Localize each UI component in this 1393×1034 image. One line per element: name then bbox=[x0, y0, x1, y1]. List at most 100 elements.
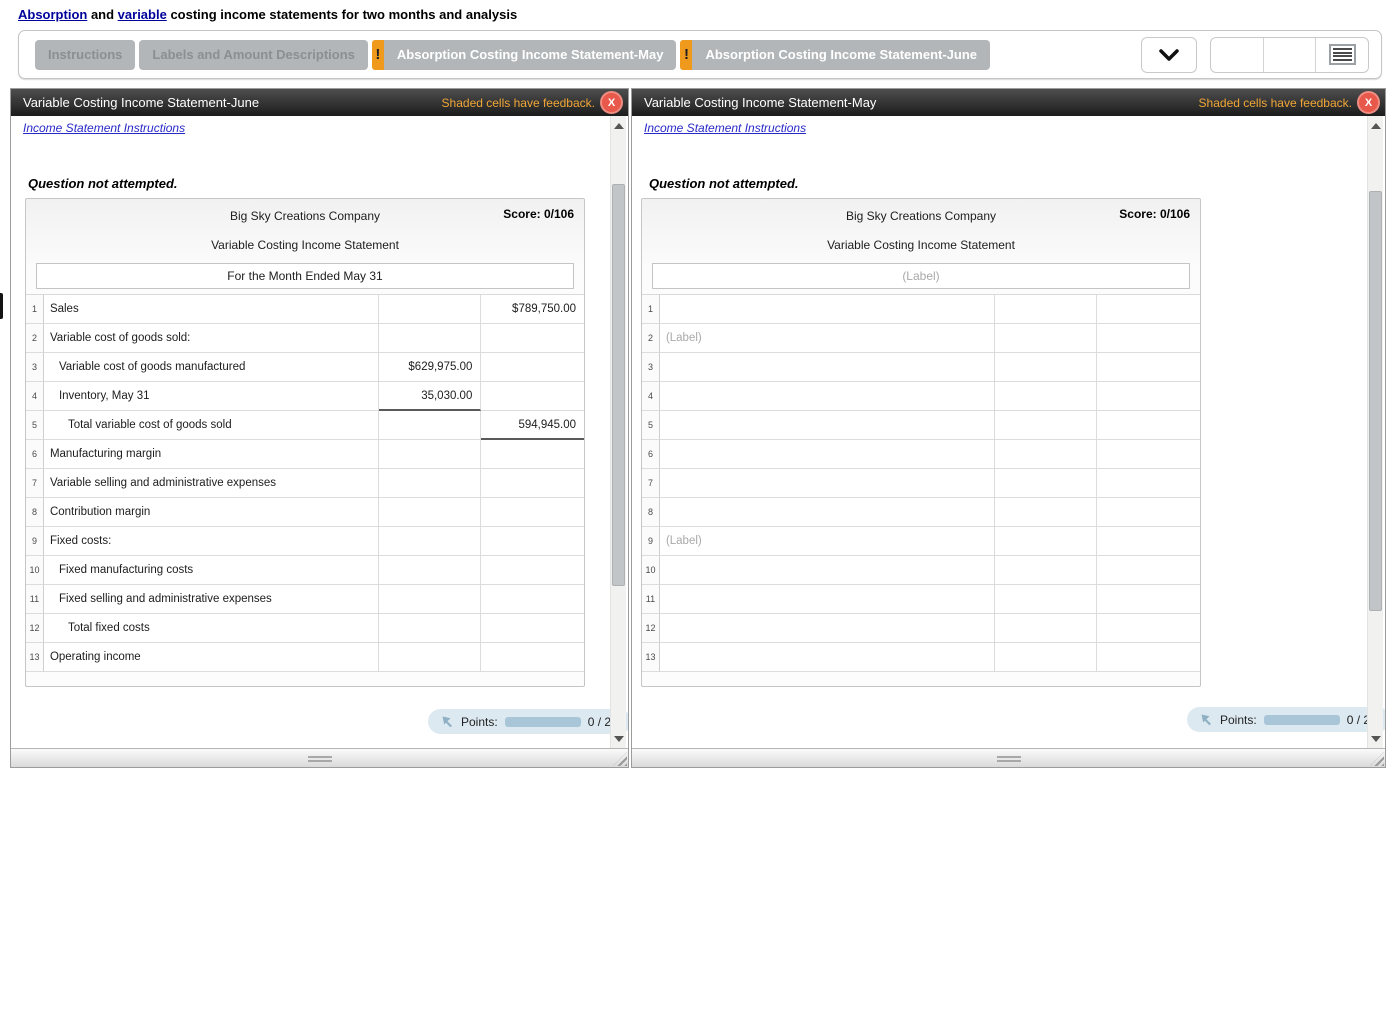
amount-cell-1[interactable] bbox=[378, 643, 482, 672]
description-cell[interactable] bbox=[659, 498, 995, 527]
amount-cell-1[interactable] bbox=[994, 324, 1098, 353]
amount-cell-2[interactable] bbox=[481, 556, 584, 585]
tab-labels-and-amount-descriptions[interactable]: Labels and Amount Descriptions bbox=[139, 39, 368, 70]
description-cell[interactable]: Manufacturing margin bbox=[43, 440, 379, 469]
amount-cell-2[interactable] bbox=[1097, 324, 1200, 353]
amount-cell-1[interactable] bbox=[378, 556, 482, 585]
resize-corner-handle[interactable] bbox=[1370, 752, 1384, 766]
income-statement-instructions-link[interactable]: Income Statement Instructions bbox=[644, 121, 806, 135]
amount-cell-2[interactable] bbox=[1097, 411, 1200, 440]
amount-cell-2[interactable] bbox=[1097, 498, 1200, 527]
amount-cell-1[interactable] bbox=[378, 585, 482, 614]
amount-cell-1[interactable] bbox=[994, 614, 1098, 643]
resize-corner-handle[interactable] bbox=[613, 752, 627, 766]
amount-cell-1[interactable] bbox=[378, 440, 482, 469]
description-cell[interactable]: Variable cost of goods sold: bbox=[43, 324, 379, 353]
resize-grip[interactable] bbox=[307, 756, 332, 758]
scroll-down-icon[interactable] bbox=[614, 736, 624, 742]
amount-cell-2[interactable] bbox=[1097, 556, 1200, 585]
amount-cell-2[interactable] bbox=[481, 614, 584, 643]
description-cell[interactable] bbox=[659, 440, 995, 469]
scroll-up-icon[interactable] bbox=[614, 123, 624, 129]
view-option-2-button[interactable] bbox=[1264, 37, 1317, 72]
vertical-scrollbar[interactable] bbox=[610, 116, 626, 749]
amount-cell-2[interactable] bbox=[1097, 643, 1200, 672]
amount-cell-2[interactable] bbox=[1097, 614, 1200, 643]
description-cell[interactable]: Contribution margin bbox=[43, 498, 379, 527]
amount-cell-2[interactable] bbox=[1097, 382, 1200, 411]
amount-cell-2[interactable] bbox=[1097, 353, 1200, 382]
amount-cell-2[interactable] bbox=[481, 585, 584, 614]
title-link[interactable]: Absorption bbox=[18, 7, 87, 22]
description-cell[interactable]: Operating income bbox=[43, 643, 379, 672]
resize-grip[interactable] bbox=[996, 756, 1021, 758]
description-cell[interactable]: (Label) bbox=[659, 527, 995, 556]
vertical-scrollbar[interactable] bbox=[1367, 116, 1383, 749]
amount-cell-1[interactable] bbox=[994, 585, 1098, 614]
description-cell[interactable] bbox=[659, 556, 995, 585]
description-cell[interactable] bbox=[659, 382, 995, 411]
amount-cell-1[interactable] bbox=[378, 324, 482, 353]
amount-cell-2[interactable] bbox=[481, 469, 584, 498]
scrollbar-thumb[interactable] bbox=[1369, 191, 1382, 611]
description-cell[interactable]: Variable cost of goods manufactured bbox=[43, 353, 379, 382]
close-button[interactable]: X bbox=[600, 91, 623, 114]
amount-cell-1[interactable] bbox=[994, 353, 1098, 382]
description-cell[interactable] bbox=[659, 643, 995, 672]
amount-cell-1[interactable] bbox=[378, 295, 482, 324]
description-cell[interactable]: Total variable cost of goods sold bbox=[43, 411, 379, 440]
amount-cell-1[interactable] bbox=[994, 498, 1098, 527]
tab-absorption-costing-income-statement-may[interactable]: Absorption Costing Income Statement-May bbox=[383, 39, 677, 70]
amount-cell-2[interactable] bbox=[1097, 585, 1200, 614]
amount-cell-2[interactable] bbox=[1097, 440, 1200, 469]
amount-cell-1[interactable] bbox=[994, 382, 1098, 411]
amount-cell-2[interactable] bbox=[481, 527, 584, 556]
amount-cell-2[interactable] bbox=[481, 643, 584, 672]
amount-cell-1[interactable]: 35,030.00 bbox=[378, 382, 482, 411]
description-cell[interactable]: (Label) bbox=[659, 324, 995, 353]
amount-cell-1[interactable] bbox=[378, 527, 482, 556]
amount-cell-2[interactable] bbox=[481, 382, 584, 411]
scroll-down-icon[interactable] bbox=[1371, 736, 1381, 742]
amount-cell-1[interactable] bbox=[378, 411, 482, 440]
amount-cell-2[interactable] bbox=[481, 353, 584, 382]
amount-cell-1[interactable] bbox=[378, 498, 482, 527]
scrollbar-thumb[interactable] bbox=[612, 184, 625, 586]
description-cell[interactable] bbox=[659, 585, 995, 614]
dropdown-button[interactable] bbox=[1141, 36, 1197, 73]
amount-cell-1[interactable] bbox=[994, 440, 1098, 469]
amount-cell-1[interactable] bbox=[994, 643, 1098, 672]
close-button[interactable]: X bbox=[1357, 91, 1380, 114]
description-cell[interactable] bbox=[659, 614, 995, 643]
amount-cell-1[interactable] bbox=[994, 556, 1098, 585]
amount-cell-1[interactable] bbox=[378, 469, 482, 498]
scroll-up-icon[interactable] bbox=[1371, 123, 1381, 129]
period-label-input[interactable]: (Label) bbox=[652, 263, 1190, 289]
amount-cell-1[interactable] bbox=[994, 469, 1098, 498]
description-cell[interactable] bbox=[659, 295, 995, 324]
amount-cell-2[interactable] bbox=[1097, 527, 1200, 556]
amount-cell-1[interactable] bbox=[994, 411, 1098, 440]
amount-cell-2[interactable] bbox=[1097, 469, 1200, 498]
income-statement-instructions-link[interactable]: Income Statement Instructions bbox=[23, 121, 185, 135]
view-option-1-button[interactable] bbox=[1211, 37, 1264, 72]
tab-instructions[interactable]: Instructions bbox=[35, 39, 136, 70]
period-label-input[interactable]: For the Month Ended May 31 bbox=[36, 263, 574, 289]
amount-cell-2[interactable] bbox=[481, 498, 584, 527]
description-cell[interactable]: Sales bbox=[43, 295, 379, 324]
description-cell[interactable]: Fixed manufacturing costs bbox=[43, 556, 379, 585]
amount-cell-1[interactable]: $629,975.00 bbox=[378, 353, 482, 382]
description-cell[interactable]: Fixed costs: bbox=[43, 527, 379, 556]
amount-cell-1[interactable] bbox=[994, 295, 1098, 324]
amount-cell-2[interactable]: $789,750.00 bbox=[481, 295, 584, 324]
amount-cell-2[interactable]: 594,945.00 bbox=[481, 411, 584, 440]
list-view-button[interactable] bbox=[1316, 38, 1368, 72]
title-link[interactable]: variable bbox=[118, 7, 167, 22]
amount-cell-2[interactable] bbox=[1097, 295, 1200, 324]
description-cell[interactable] bbox=[659, 469, 995, 498]
amount-cell-2[interactable] bbox=[481, 440, 584, 469]
tab-absorption-costing-income-statement-june[interactable]: Absorption Costing Income Statement-June bbox=[692, 39, 991, 70]
description-cell[interactable]: Total fixed costs bbox=[43, 614, 379, 643]
description-cell[interactable]: Inventory, May 31 bbox=[43, 382, 379, 411]
amount-cell-1[interactable] bbox=[378, 614, 482, 643]
